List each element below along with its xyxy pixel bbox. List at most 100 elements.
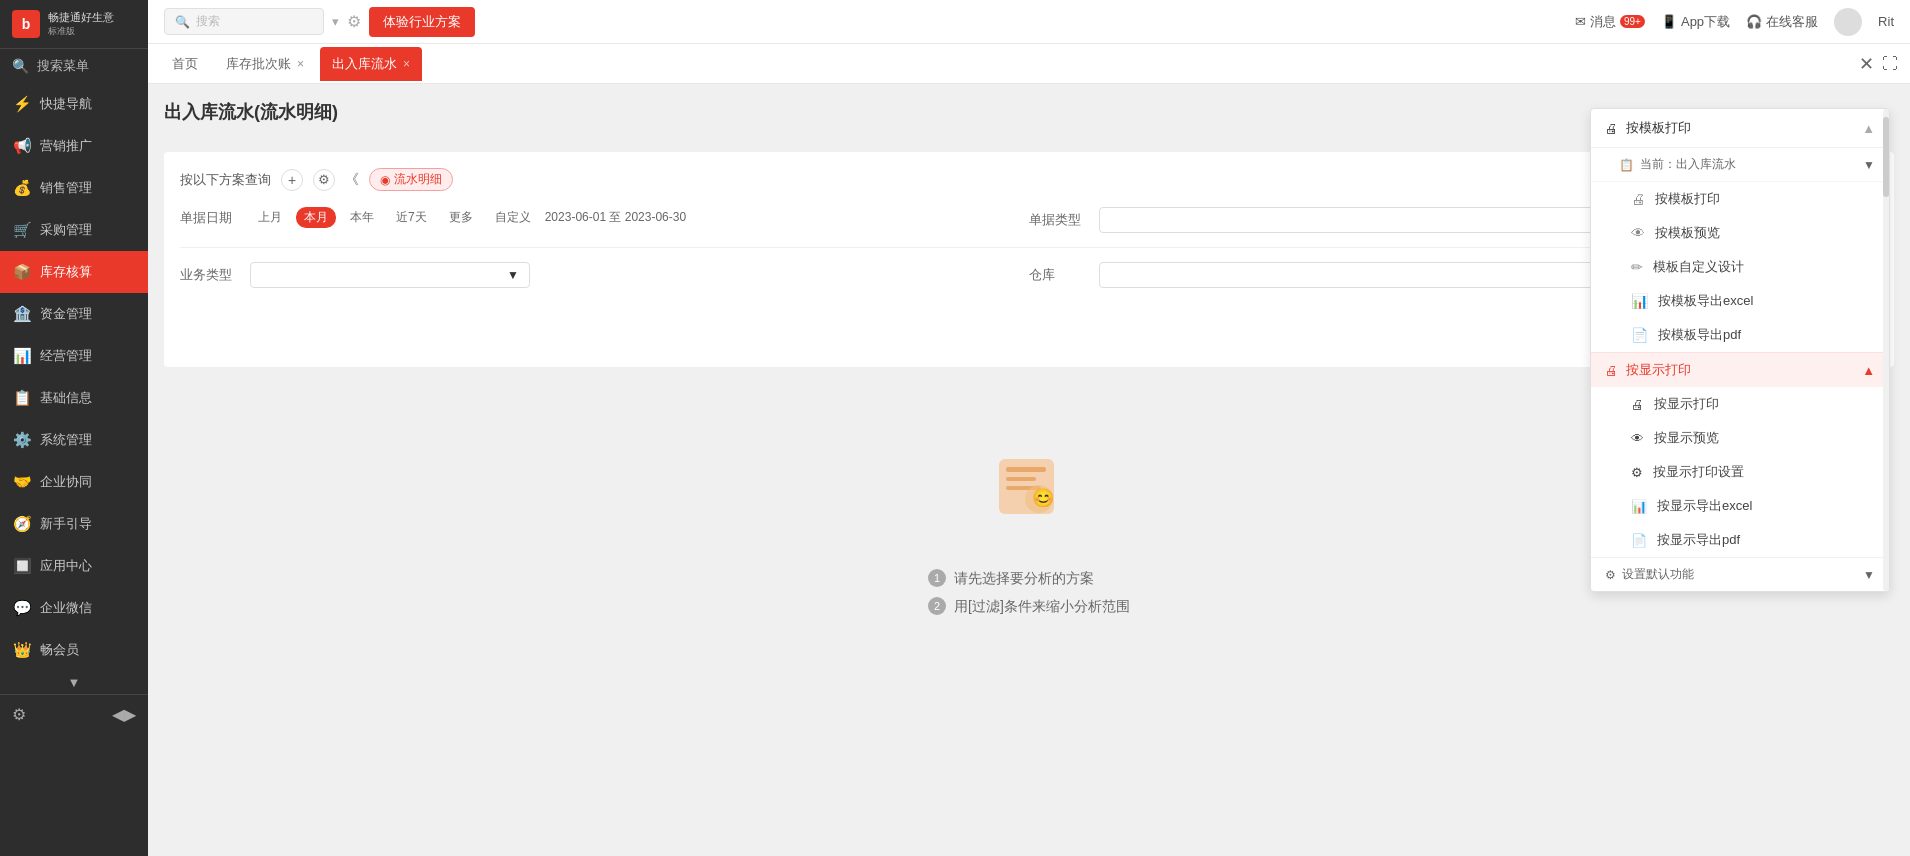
apps-icon: 🔲 (12, 556, 32, 576)
dropdown-item-display-settings[interactable]: ⚙ 按显示打印设置 (1591, 455, 1889, 489)
operations-icon: 📊 (12, 346, 32, 366)
tab-stock-flow-close[interactable]: × (403, 57, 410, 71)
sidebar-item-enterprise[interactable]: 🤝 企业协同 (0, 461, 148, 503)
tab-home[interactable]: 首页 (160, 47, 210, 81)
dropdown-header[interactable]: 🖨 按模板打印 ▲ (1591, 109, 1889, 148)
sidebar-item-guide[interactable]: 🧭 新手引导 (0, 503, 148, 545)
template-design-icon: ✏ (1631, 259, 1643, 275)
topbar-gear-icon[interactable]: ⚙ (347, 12, 361, 31)
tab-stock-flow-label: 出入库流水 (332, 55, 397, 73)
sidebar-item-apps[interactable]: 🔲 应用中心 (0, 545, 148, 587)
filter-collapse-button[interactable]: 《 (345, 171, 359, 189)
date-option-more[interactable]: 更多 (441, 207, 481, 228)
user-avatar[interactable] (1834, 8, 1862, 36)
message-badge: 99+ (1620, 15, 1645, 28)
sidebar-settings-icon[interactable]: ⚙ (12, 705, 26, 724)
dropdown-collapse-icon[interactable]: ▲ (1862, 121, 1875, 136)
empty-steps: 1 请先选择要分析的方案 2 用[过滤]条件来缩小分析范围 (928, 564, 1130, 620)
topbar-app-download[interactable]: 📱 App下载 (1661, 13, 1730, 31)
dropdown-item-template-print[interactable]: 🖨 按模板打印 (1591, 182, 1889, 216)
sidebar-item-base[interactable]: 📋 基础信息 (0, 377, 148, 419)
dropdown-item-display-preview[interactable]: 👁 按显示预览 (1591, 421, 1889, 455)
sidebar-item-wechat[interactable]: 💬 企业微信 (0, 587, 148, 629)
sidebar-item-operations[interactable]: 📊 经营管理 (0, 335, 148, 377)
filter-settings-button[interactable]: ⚙ (313, 169, 335, 191)
sidebar-label-operations: 经营管理 (40, 347, 92, 365)
dropdown-item-template-excel[interactable]: 📊 按模板导出excel (1591, 284, 1889, 318)
date-options-group: 上月 本月 本年 近7天 更多 自定义 2023-06-01 至 2023-06… (250, 207, 686, 228)
sidebar-item-system[interactable]: ⚙️ 系统管理 (0, 419, 148, 461)
sidebar-item-finance[interactable]: 🏦 资金管理 (0, 293, 148, 335)
app-label: App下载 (1681, 13, 1730, 31)
dropdown-item-display-print[interactable]: 🖨 按显示打印 (1591, 387, 1889, 421)
sidebar-item-member[interactable]: 👑 畅会员 (0, 629, 148, 671)
svg-text:😊: 😊 (1032, 487, 1055, 509)
topbar-search-icon: 🔍 (175, 15, 190, 29)
dropdown-print-icon: 🖨 (1605, 121, 1618, 136)
dropdown-item-template-pdf[interactable]: 📄 按模板导出pdf (1591, 318, 1889, 352)
dropdown-item-display-excel[interactable]: 📊 按显示导出excel (1591, 489, 1889, 523)
tab-inventory-batch-close[interactable]: × (297, 57, 304, 71)
filter-tag-liushui[interactable]: ◉ 流水明细 (369, 168, 453, 191)
topbar-message[interactable]: ✉ 消息 99+ (1575, 13, 1645, 31)
display-preview-icon: 👁 (1631, 431, 1644, 446)
dropdown-item-template-design[interactable]: ✏ 模板自定义设计 (1591, 250, 1889, 284)
dropdown-current-item[interactable]: 📋 当前：出入库流水 ▼ (1591, 148, 1889, 182)
sidebar-label-system: 系统管理 (40, 431, 92, 449)
topbar-left: 🔍 搜索 ▾ ⚙ 体验行业方案 (164, 7, 1563, 37)
date-option-this-year[interactable]: 本年 (342, 207, 382, 228)
trial-button[interactable]: 体验行业方案 (369, 7, 475, 37)
biz-select-arrow: ▼ (507, 268, 519, 282)
date-option-7days[interactable]: 近7天 (388, 207, 435, 228)
step-1-label: 请先选择要分析的方案 (954, 564, 1094, 592)
sidebar-search[interactable]: 🔍 搜索菜单 (0, 49, 148, 83)
topbar-dropdown-arrow[interactable]: ▾ (332, 14, 339, 29)
tabs-right-actions: ✕ ⛶ (1859, 53, 1898, 75)
page-area: 出入库流水(流水明细) 🖨 按模板打印 ▲ | ↑ 导出 | ↺ 刷新 (148, 84, 1910, 856)
default-settings-icon: ⚙ (1605, 568, 1616, 582)
logo-name: 畅捷通好生意 (48, 10, 114, 24)
tab-inventory-batch[interactable]: 库存批次账 × (214, 47, 316, 81)
sidebar-scroll-down[interactable]: ▼ (0, 671, 148, 694)
service-label: 在线客服 (1766, 13, 1818, 31)
date-option-custom[interactable]: 自定义 (487, 207, 539, 228)
type-field-label: 单据类型 (1029, 211, 1089, 229)
sidebar-label-sales: 销售管理 (40, 179, 92, 197)
finance-icon: 🏦 (12, 304, 32, 324)
sidebar-collapse-icon[interactable]: ◀▶ (112, 705, 136, 724)
tab-close-all-button[interactable]: ✕ (1859, 53, 1874, 75)
date-option-this-month[interactable]: 本月 (296, 207, 336, 228)
dropdown-item-template-preview[interactable]: 👁 按模板预览 (1591, 216, 1889, 250)
empty-icon: 😊 (984, 439, 1074, 548)
sidebar-item-marketing[interactable]: 📢 营销推广 (0, 125, 148, 167)
sidebar-item-sales[interactable]: 💰 销售管理 (0, 167, 148, 209)
biz-select[interactable]: ▼ (250, 262, 530, 288)
topbar-online-service[interactable]: 🎧 在线客服 (1746, 13, 1818, 31)
system-icon: ⚙️ (12, 430, 32, 450)
sidebar-label-quick-nav: 快捷导航 (40, 95, 92, 113)
dropdown-scrollbar[interactable] (1883, 109, 1889, 591)
date-option-last-month[interactable]: 上月 (250, 207, 290, 228)
sidebar-item-inventory[interactable]: 📦 库存核算 (0, 251, 148, 293)
template-preview-label: 按模板预览 (1655, 224, 1720, 242)
message-icon: ✉ (1575, 14, 1586, 29)
wechat-icon: 💬 (12, 598, 32, 618)
tab-expand-button[interactable]: ⛶ (1882, 55, 1898, 73)
sidebar-item-purchase[interactable]: 🛒 采购管理 (0, 209, 148, 251)
template-print-label: 按模板打印 (1655, 190, 1720, 208)
tabs-bar: 首页 库存批次账 × 出入库流水 × ✕ ⛶ (148, 44, 1910, 84)
tab-home-label: 首页 (172, 55, 198, 73)
sidebar-label-base: 基础信息 (40, 389, 92, 407)
step-2-label: 用[过滤]条件来缩小分析范围 (954, 592, 1130, 620)
step-1-num: 1 (928, 569, 946, 587)
tab-stock-flow[interactable]: 出入库流水 × (320, 47, 422, 81)
dropdown-scrollbar-thumb[interactable] (1883, 117, 1889, 197)
topbar-search-box[interactable]: 🔍 搜索 (164, 8, 324, 35)
sidebar: b 畅捷通好生意 标准版 🔍 搜索菜单 ⚡ 快捷导航 📢 营销推广 💰 销售管理… (0, 0, 148, 856)
dropdown-item-display-pdf[interactable]: 📄 按显示导出pdf (1591, 523, 1889, 557)
sidebar-label-member: 畅会员 (40, 641, 79, 659)
sidebar-item-quick-nav[interactable]: ⚡ 快捷导航 (0, 83, 148, 125)
add-filter-button[interactable]: + (281, 169, 303, 191)
dropdown-footer[interactable]: ⚙ 设置默认功能 ▼ (1591, 557, 1889, 591)
dropdown-display-section-header[interactable]: 🖨 按显示打印 ▲ (1591, 352, 1889, 387)
